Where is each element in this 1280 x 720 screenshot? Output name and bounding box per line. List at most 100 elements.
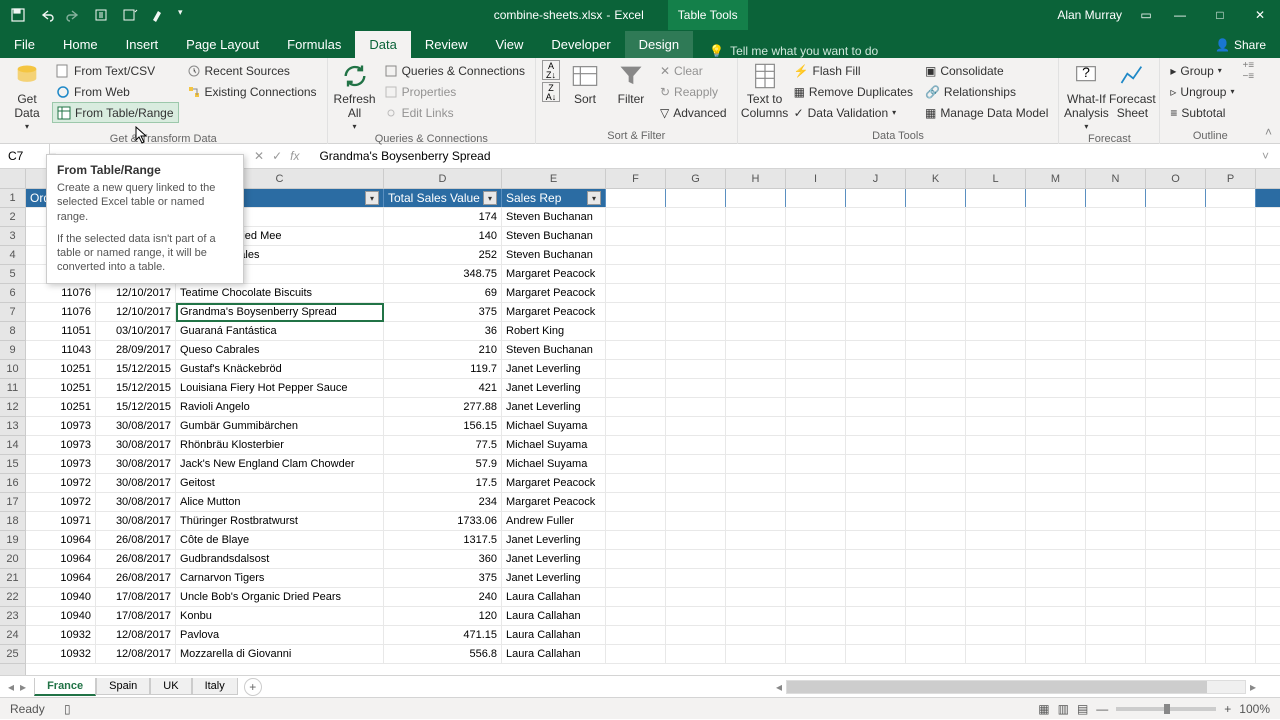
macro-record-icon[interactable]: ▯: [64, 702, 71, 716]
page-layout-view-icon[interactable]: ▥: [1058, 702, 1069, 716]
table-row[interactable]: 1104328/09/2017Queso Cabrales210Steven B…: [26, 341, 1280, 360]
row-header[interactable]: 14: [0, 436, 25, 455]
tab-data[interactable]: Data: [355, 31, 410, 58]
table-row[interactable]: 1097330/08/2017Jack's New England Clam C…: [26, 455, 1280, 474]
col-header[interactable]: E: [502, 169, 606, 188]
col-header[interactable]: N: [1086, 169, 1146, 188]
table-row[interactable]: 1025115/12/2015Ravioli Angelo277.88Janet…: [26, 398, 1280, 417]
forecast-button[interactable]: Forecast Sheet: [1111, 60, 1153, 122]
paint-icon[interactable]: [150, 7, 166, 23]
table-row[interactable]: 1097130/08/2017Thüringer Rostbratwurst17…: [26, 512, 1280, 531]
col-header[interactable]: P: [1206, 169, 1256, 188]
table-row[interactable]: 1105103/10/2017Guaraná Fantástica36Rober…: [26, 322, 1280, 341]
flash-fill-button[interactable]: ⚡Flash Fill: [790, 60, 917, 81]
close-button[interactable]: ✕: [1240, 0, 1280, 30]
show-detail-button[interactable]: +≡: [1242, 60, 1254, 71]
save-icon[interactable]: [10, 7, 26, 23]
row-header[interactable]: 19: [0, 531, 25, 550]
row-header[interactable]: 21: [0, 569, 25, 588]
row-header[interactable]: 25: [0, 645, 25, 664]
qat-more-icon[interactable]: ▾: [178, 7, 194, 23]
row-header[interactable]: 8: [0, 322, 25, 341]
name-box[interactable]: C7: [0, 144, 50, 168]
row-header[interactable]: 17: [0, 493, 25, 512]
filter-dropdown-icon[interactable]: ▾: [365, 191, 379, 205]
table-row[interactable]: 1093212/08/2017Mozzarella di Giovanni556…: [26, 645, 1280, 664]
formula-input[interactable]: Grandma's Boysenberry Spread: [313, 149, 1262, 163]
zoom-slider[interactable]: [1116, 707, 1216, 711]
table-row[interactable]: 1097230/08/2017Alice Mutton234Margaret P…: [26, 493, 1280, 512]
redo-icon[interactable]: [66, 7, 82, 23]
reapply-button[interactable]: ↻Reapply: [656, 81, 731, 102]
queries-connections-button[interactable]: Queries & Connections: [380, 60, 529, 81]
table-row[interactable]: 1093212/08/2017Pavlova471.15Laura Callah…: [26, 626, 1280, 645]
hide-detail-button[interactable]: −≡: [1242, 71, 1254, 82]
table-row[interactable]: 1025115/12/2015Gustaf's Knäckebröd119.7J…: [26, 360, 1280, 379]
tab-review[interactable]: Review: [411, 31, 482, 58]
properties-button[interactable]: Properties: [380, 81, 529, 102]
group-button[interactable]: ▸Group ▾: [1166, 60, 1238, 81]
col-header[interactable]: M: [1026, 169, 1086, 188]
zoom-level[interactable]: 100%: [1239, 702, 1270, 716]
row-header[interactable]: 10: [0, 360, 25, 379]
col-header[interactable]: I: [786, 169, 846, 188]
collapse-ribbon-icon[interactable]: ˄: [1265, 125, 1272, 139]
col-header[interactable]: D: [384, 169, 502, 188]
col-header[interactable]: H: [726, 169, 786, 188]
ribbon-display-icon[interactable]: ▭: [1132, 8, 1160, 22]
existing-connections-button[interactable]: Existing Connections: [183, 81, 321, 102]
normal-view-icon[interactable]: ▦: [1038, 702, 1049, 716]
tab-formulas[interactable]: Formulas: [273, 31, 355, 58]
row-header[interactable]: 3: [0, 227, 25, 246]
row-header[interactable]: 15: [0, 455, 25, 474]
subtotal-button[interactable]: ≡Subtotal: [1166, 102, 1238, 123]
row-header[interactable]: 20: [0, 550, 25, 569]
row-header[interactable]: 18: [0, 512, 25, 531]
table-row[interactable]: 1097330/08/2017Rhönbräu Klosterbier77.5M…: [26, 436, 1280, 455]
sheet-tab-uk[interactable]: UK: [150, 678, 191, 695]
fx-icon[interactable]: fx: [290, 149, 305, 163]
table-row[interactable]: 1025115/12/2015Louisiana Fiery Hot Peppe…: [26, 379, 1280, 398]
horizontal-scrollbar[interactable]: [786, 680, 1246, 694]
qat-icon-2[interactable]: [122, 7, 138, 23]
row-header[interactable]: 12: [0, 398, 25, 417]
page-break-view-icon[interactable]: ▤: [1077, 702, 1088, 716]
clear-button[interactable]: ✕Clear: [656, 60, 731, 81]
sheet-tab-spain[interactable]: Spain: [96, 678, 150, 695]
table-row[interactable]: 1094017/08/2017Uncle Bob's Organic Dried…: [26, 588, 1280, 607]
row-header[interactable]: 16: [0, 474, 25, 493]
row-header[interactable]: 2: [0, 208, 25, 227]
sheet-next-icon[interactable]: ▸: [20, 680, 26, 694]
table-row[interactable]: 1096426/08/2017Carnarvon Tigers375Janet …: [26, 569, 1280, 588]
data-validation-button[interactable]: ✓Data Validation ▾: [790, 102, 917, 123]
maximize-button[interactable]: □: [1200, 0, 1240, 30]
sheet-tab-france[interactable]: France: [34, 678, 96, 696]
row-header[interactable]: 4: [0, 246, 25, 265]
row-header[interactable]: 6: [0, 284, 25, 303]
row-header[interactable]: 24: [0, 626, 25, 645]
table-row[interactable]: 1094017/08/2017Konbu120Laura Callahan: [26, 607, 1280, 626]
sort-button[interactable]: Sort: [564, 60, 606, 108]
row-header[interactable]: 9: [0, 341, 25, 360]
undo-icon[interactable]: [38, 7, 54, 23]
enter-formula-icon[interactable]: ✓: [272, 149, 282, 163]
expand-formula-icon[interactable]: ˅: [1262, 149, 1280, 163]
remove-duplicates-button[interactable]: ▦Remove Duplicates: [790, 81, 917, 102]
get-data-button[interactable]: Get Data▾: [6, 60, 48, 133]
zoom-in-button[interactable]: +: [1224, 702, 1231, 716]
row-header[interactable]: 11: [0, 379, 25, 398]
hscroll-right-icon[interactable]: ▸: [1246, 680, 1260, 694]
col-header[interactable]: L: [966, 169, 1026, 188]
sheet-tab-italy[interactable]: Italy: [192, 678, 238, 695]
col-header[interactable]: F: [606, 169, 666, 188]
refresh-all-button[interactable]: Refresh All▾: [334, 60, 376, 133]
share-button[interactable]: 👤 Share: [1201, 32, 1280, 58]
col-header[interactable]: O: [1146, 169, 1206, 188]
recent-sources-button[interactable]: Recent Sources: [183, 60, 321, 81]
row-header[interactable]: 13: [0, 417, 25, 436]
filter-dropdown-icon[interactable]: ▾: [587, 191, 601, 205]
tab-developer[interactable]: Developer: [537, 31, 624, 58]
sort-asc-button[interactable]: AZ↓: [542, 60, 560, 80]
qat-icon-1[interactable]: [94, 7, 110, 23]
col-header[interactable]: J: [846, 169, 906, 188]
